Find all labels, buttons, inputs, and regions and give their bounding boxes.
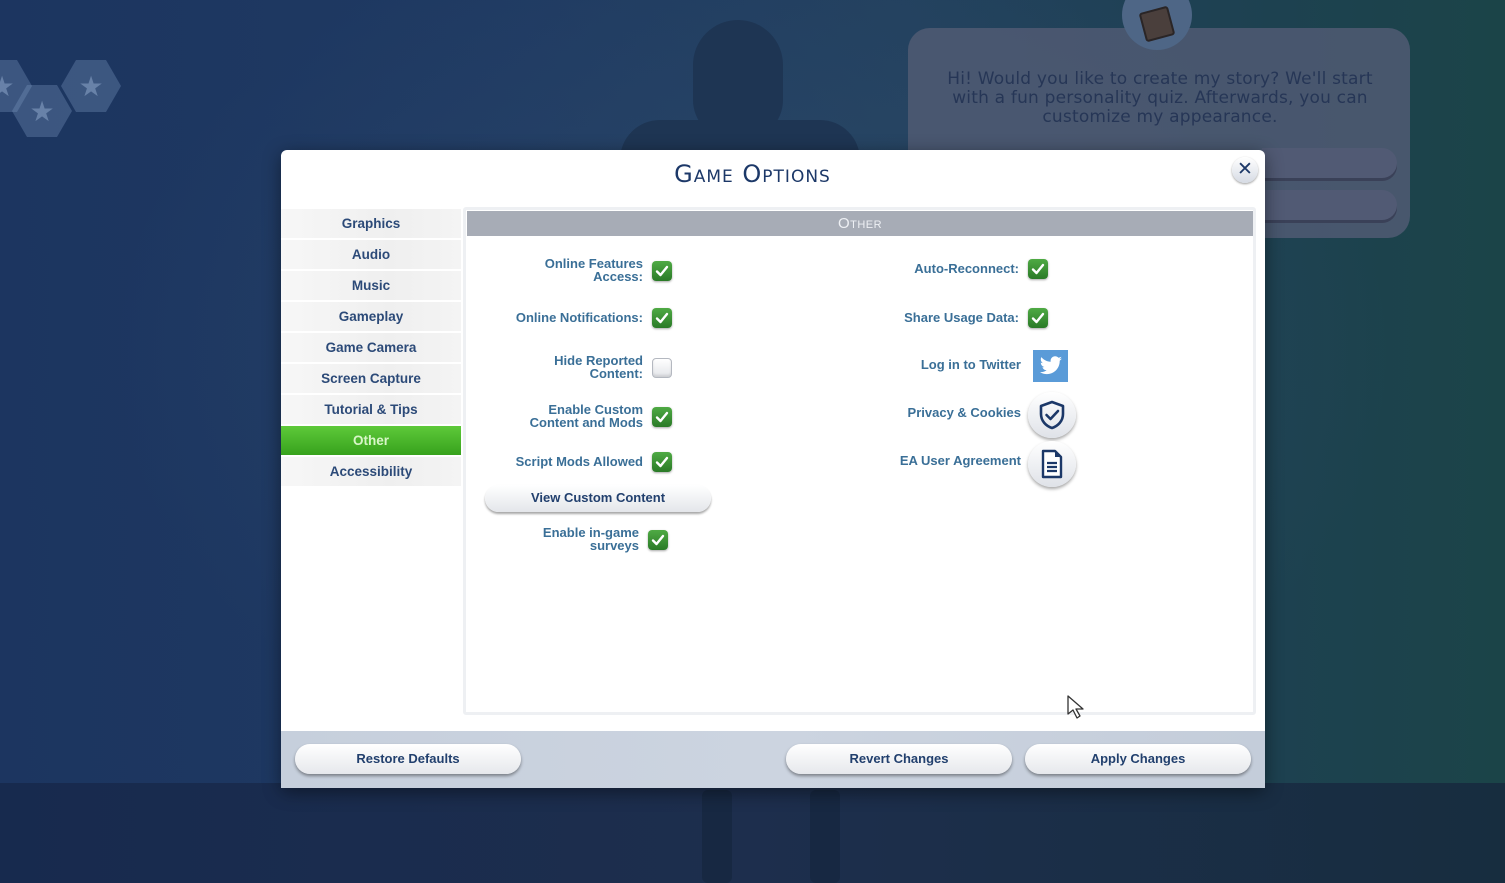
ea-user-agreement-button[interactable] [1028, 441, 1076, 487]
close-icon: ✕ [1237, 159, 1253, 180]
sidebar-item-tutorial-tips[interactable]: Tutorial & Tips [281, 395, 461, 424]
checkmark-icon [1031, 263, 1045, 275]
privacy-cookies-button[interactable] [1028, 392, 1076, 438]
background-floor [0, 783, 1505, 883]
restore-defaults-button[interactable]: Restore Defaults [295, 744, 521, 774]
link-label: EA User Agreement [899, 453, 1021, 468]
sidebar-item-accessibility[interactable]: Accessibility [281, 457, 461, 486]
option-label: Script Mods Allowed [515, 453, 643, 469]
checkbox-online-notifications[interactable] [652, 308, 672, 328]
option-label: Auto-Reconnect: [914, 260, 1019, 276]
panel-header: Other [467, 211, 1253, 236]
checkbox-enable-in-game-surveys[interactable] [648, 529, 668, 550]
twitter-icon [1039, 356, 1062, 375]
checkmark-icon [655, 265, 669, 276]
checkbox-script-mods-allowed[interactable] [652, 452, 672, 472]
checkbox-online-features-access[interactable] [652, 260, 672, 281]
sidebar-item-music[interactable]: Music [281, 271, 461, 300]
checkbox-enable-custom-content[interactable] [652, 406, 672, 427]
option-enable-custom-content: Enable Custom Content and Mods [518, 402, 672, 430]
shield-check-icon [1039, 400, 1065, 430]
twitter-button[interactable] [1033, 350, 1068, 382]
dialog-title: Game Options [674, 160, 831, 188]
option-share-usage-data: Share Usage Data: [904, 308, 1048, 328]
option-label: Enable Custom Content and Mods [529, 402, 643, 430]
link-ea-user-agreement[interactable]: EA User Agreement [899, 453, 1021, 468]
sim-silhouette-leg [702, 790, 732, 883]
link-log-in-twitter[interactable]: Log in to Twitter [920, 357, 1021, 372]
sidebar-item-other[interactable]: Other [281, 426, 461, 455]
view-custom-content-button[interactable]: View Custom Content [485, 485, 711, 512]
apply-changes-button[interactable]: Apply Changes [1025, 744, 1251, 774]
option-online-notifications: Online Notifications: [516, 308, 672, 328]
checkmark-icon [1031, 312, 1045, 324]
option-auto-reconnect: Auto-Reconnect: [914, 259, 1048, 279]
checkmark-icon [655, 312, 669, 324]
close-button[interactable]: ✕ [1232, 157, 1258, 183]
checkbox-auto-reconnect[interactable] [1028, 259, 1048, 279]
options-sidebar: Graphics Audio Music Gameplay Game Camer… [281, 209, 461, 488]
sidebar-item-gameplay[interactable]: Gameplay [281, 302, 461, 331]
checkmark-icon [655, 411, 669, 422]
sim-silhouette-leg [810, 790, 840, 883]
option-label: Hide Reported Content: [554, 353, 643, 381]
link-privacy-cookies[interactable]: Privacy & Cookies [907, 405, 1021, 420]
checkbox-hide-reported-content[interactable] [652, 357, 672, 378]
sidebar-item-game-camera[interactable]: Game Camera [281, 333, 461, 362]
option-label: Share Usage Data: [904, 309, 1019, 325]
checkmark-icon [651, 534, 665, 545]
speech-bubble-text: Hi! Would you like to create my story? W… [947, 69, 1373, 127]
checkmark-icon [655, 456, 669, 468]
option-label: Online Features Access: [544, 256, 643, 284]
option-script-mods-allowed: Script Mods Allowed [516, 452, 672, 472]
document-icon [1041, 449, 1063, 479]
link-label: Privacy & Cookies [907, 405, 1021, 420]
revert-changes-button[interactable]: Revert Changes [786, 744, 1012, 774]
link-label: Log in to Twitter [920, 357, 1021, 372]
option-online-features-access: Online Features Access: [533, 256, 672, 284]
cube-icon [1138, 5, 1176, 43]
bubble-option-button[interactable] [1262, 190, 1397, 220]
option-enable-in-game-surveys: Enable in-game surveys [534, 525, 668, 553]
sidebar-item-graphics[interactable]: Graphics [281, 209, 461, 238]
checkbox-share-usage-data[interactable] [1028, 308, 1048, 328]
sidebar-item-audio[interactable]: Audio [281, 240, 461, 269]
option-hide-reported-content: Hide Reported Content: [543, 353, 672, 381]
sidebar-item-screen-capture[interactable]: Screen Capture [281, 364, 461, 393]
option-label: Enable in-game surveys [542, 525, 639, 553]
mouse-cursor-icon [1066, 694, 1088, 725]
option-label: Online Notifications: [515, 309, 643, 325]
